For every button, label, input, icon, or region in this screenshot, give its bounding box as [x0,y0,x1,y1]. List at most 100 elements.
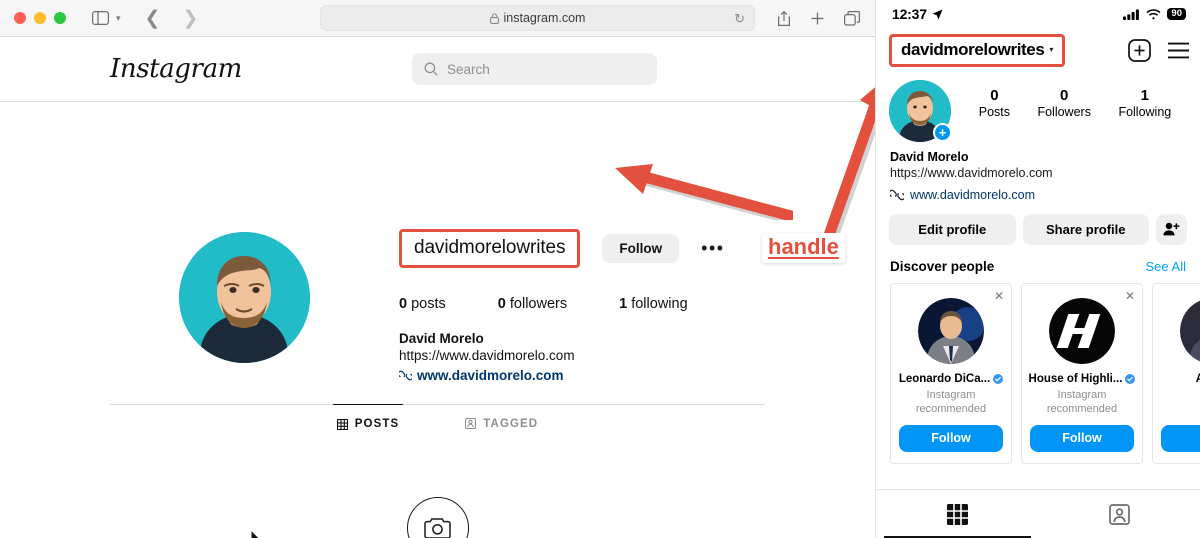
search-input[interactable]: Search [412,53,657,85]
follow-button[interactable]: Follow [602,233,680,263]
search-icon [424,62,438,76]
share-profile-button[interactable]: Share profile [1022,213,1149,245]
suggestion-sub-line1: Ins [1161,388,1200,402]
desktop-browser-pane: ▾ ❮ ❯ instagram.com ↻ Instagram Search d… [0,0,875,538]
suggestion-card[interactable]: Aksha Ins reco F [1152,282,1200,464]
suggestion-follow-button[interactable]: Follow [899,424,1003,452]
reload-icon[interactable]: ↻ [734,11,745,27]
add-person-icon [1163,223,1180,236]
profile-avatar[interactable] [179,232,310,363]
suggestion-follow-button[interactable]: Follow [1030,424,1134,452]
sidebar-toggle-icon[interactable] [92,11,109,25]
suggestion-sub-line2: reco [1161,402,1200,416]
profile-link-text: www.davidmorelo.com [417,367,564,383]
suggestion-avatar[interactable] [918,297,984,364]
suggestion-avatar[interactable] [1180,297,1200,364]
mobile-stat-posts-value: 0 [990,87,999,104]
profile-external-link[interactable]: www.davidmorelo.com [399,367,819,384]
minimize-window-button[interactable] [34,12,46,24]
suggestion-name-row: Leonardo DiCa... [899,373,1004,385]
mobile-status-bar: 12:37 90 [876,0,1200,28]
suggestion-name-row: House of Highli... [1028,372,1136,385]
suggestion-subtitle: Ins reco [1161,388,1200,416]
chevron-down-icon[interactable]: ▾ [116,13,121,24]
suggestion-name-row: Aksha [1161,373,1200,385]
suggestion-avatar[interactable] [1049,297,1115,364]
suggestion-subtitle: Instagram recommended [1030,388,1134,416]
battery-indicator: 90 [1167,7,1186,21]
suggestion-follow-button[interactable]: F [1161,424,1200,452]
plus-square-icon[interactable] [1128,38,1151,62]
add-story-plus-icon[interactable]: + [933,123,952,142]
suggestion-name: House of Highli... [1028,372,1123,385]
share-icon[interactable] [777,10,791,27]
stat-posts[interactable]: 0 posts [399,296,446,312]
mobile-stat-followers-value: 0 [1060,87,1069,104]
suggestion-sub-line2: recommended [915,402,987,415]
suggestion-name: Aksha [1196,373,1200,385]
plus-icon[interactable] [810,11,825,26]
lock-icon [489,12,499,24]
avatar-logo-h [1049,297,1115,364]
close-window-button[interactable] [14,12,26,24]
suggestion-card[interactable]: ✕ Leonardo DiCa... Instagram recommended… [890,282,1012,464]
mobile-stat-followers[interactable]: 0 Followers [1037,87,1091,119]
cellular-signal-icon [1123,9,1140,20]
stat-followers-value: 0 [497,296,506,312]
mobile-stat-following-label: Following [1118,105,1172,119]
hamburger-menu-icon[interactable] [1167,42,1190,59]
close-icon[interactable]: ✕ [1125,289,1135,303]
profile-info: davidmorelowrites Follow ••• 0 posts 0 f… [399,228,819,384]
chevron-down-icon: ▾ [1049,45,1054,54]
add-person-button[interactable] [1156,213,1187,245]
maximize-window-button[interactable] [54,12,66,24]
stat-posts-value: 0 [399,296,408,312]
mobile-handle-highlight-box[interactable]: davidmorelowrites ▾ [889,33,1066,67]
mobile-tab-grid[interactable] [876,490,1039,538]
mobile-stat-following[interactable]: 1 Following [1118,87,1171,119]
forward-chevron-icon[interactable]: ❯ [182,9,198,28]
suggestion-card[interactable]: ✕ House of Highli... Instagram recommend… [1021,282,1143,464]
window-traffic-lights[interactable] [14,12,66,24]
suggestion-sub-line1: Instagram [1057,388,1107,401]
avatar-portrait [179,232,310,363]
tabs-overview-icon[interactable] [844,11,861,26]
more-options-icon[interactable]: ••• [701,239,724,257]
link-icon [890,189,904,200]
see-all-link[interactable]: See All [1146,259,1186,274]
stat-posts-label: posts [411,296,446,312]
back-chevron-icon[interactable]: ❮ [145,9,161,28]
tagged-person-icon [465,418,477,429]
mobile-phone-pane: 12:37 90 davidmorelowrites ▾ + 0 Posts 0… [875,0,1200,538]
nav-arrows[interactable]: ❮ ❯ [145,9,199,28]
mobile-bottom-tabs [876,489,1200,538]
tab-tagged[interactable]: TAGGED [461,404,542,442]
screenshot-root: ▾ ❮ ❯ instagram.com ↻ Instagram Search d… [0,0,1200,538]
mobile-stat-posts[interactable]: 0 Posts [979,87,1010,119]
annotation-label-handle: handle [762,233,845,263]
profile-section: davidmorelowrites Follow ••• 0 posts 0 f… [0,102,875,538]
discover-people-header: Discover people See All [876,245,1200,274]
verified-badge-icon [1125,373,1136,384]
stat-following[interactable]: 1 following [619,296,688,312]
mobile-avatar-wrap[interactable]: + [889,80,952,142]
avatar-photo-dark [1180,297,1200,364]
tab-posts[interactable]: POSTS [332,404,404,442]
stat-followers[interactable]: 0 followers [498,296,567,312]
handle-highlight-box: davidmorelowrites [399,228,581,268]
close-icon[interactable]: ✕ [994,289,1004,303]
mobile-header: davidmorelowrites ▾ [876,28,1200,72]
mobile-tab-tagged[interactable] [1039,490,1200,538]
profile-header-row: davidmorelowrites Follow ••• [399,228,819,268]
mouse-cursor [250,528,265,538]
address-bar[interactable]: instagram.com ↻ [320,5,755,31]
instagram-logo[interactable]: Instagram [110,54,242,84]
mobile-profile-external-link[interactable]: www.davidmorelo.com [890,187,1186,203]
profile-bio-url: https://www.davidmorelo.com [399,348,575,364]
empty-state: No Posts Yet [0,497,875,538]
profile-handle: davidmorelowrites [414,236,566,258]
location-arrow-icon [932,9,943,20]
status-right-icons: 90 [1123,7,1186,21]
edit-profile-button[interactable]: Edit profile [889,213,1016,245]
mobile-profile-stats: 0 Posts 0 Followers 1 Following [951,80,1187,119]
